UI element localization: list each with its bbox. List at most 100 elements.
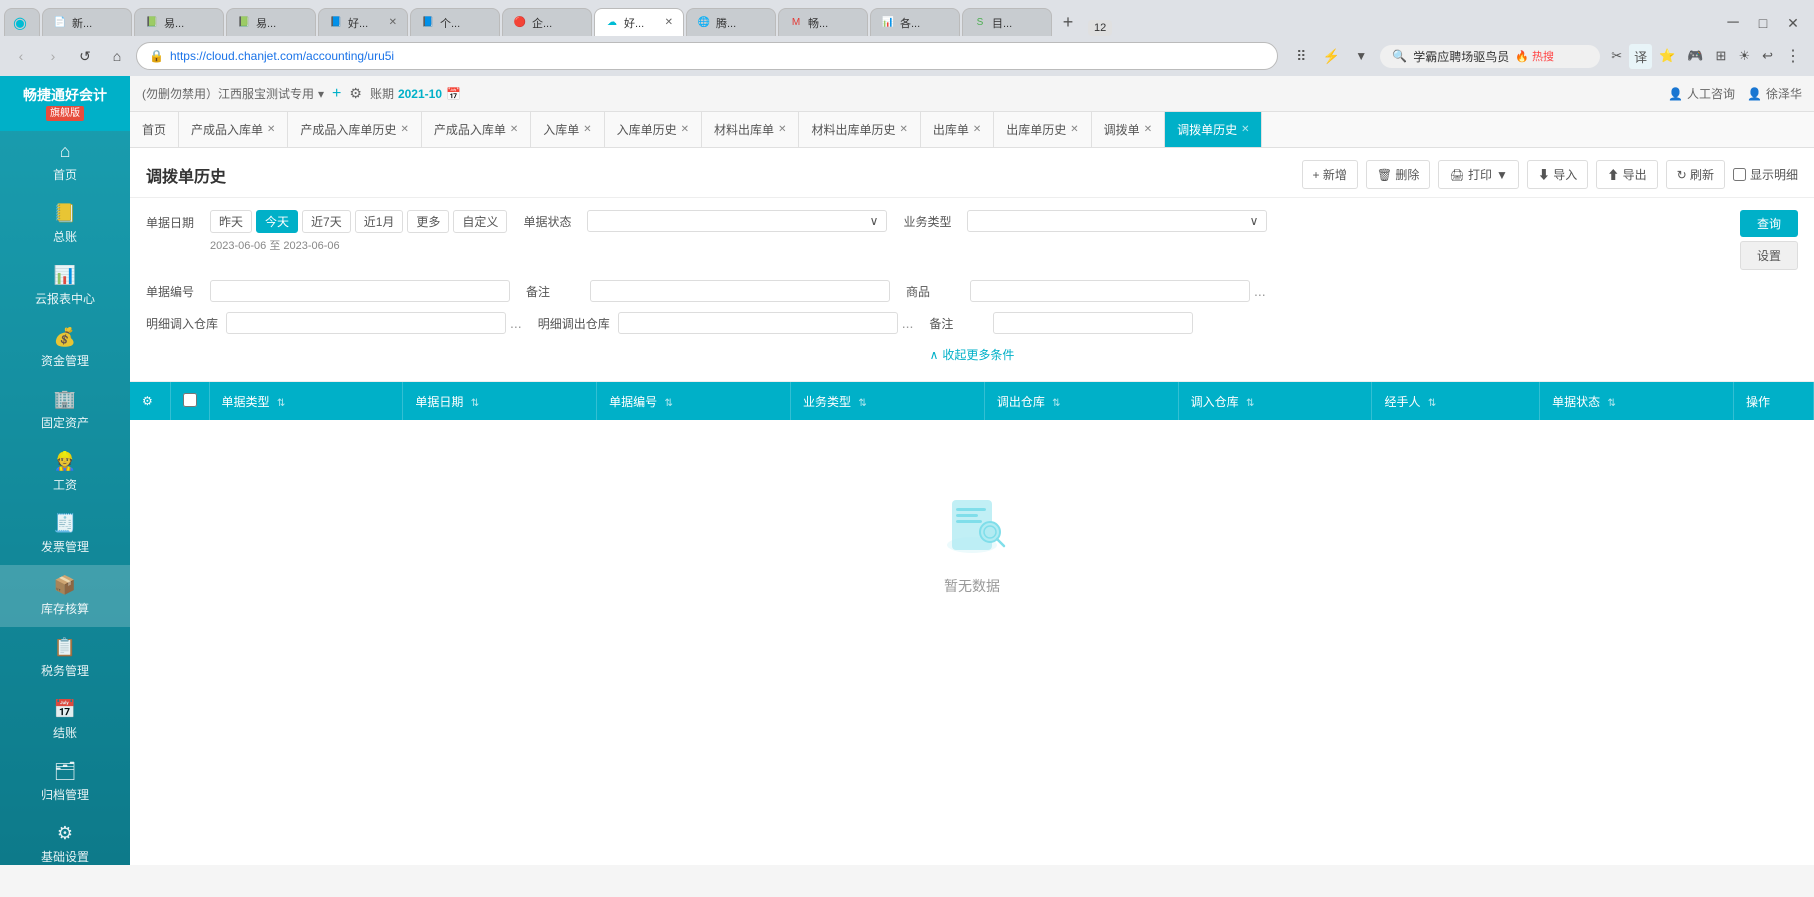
window-minimize[interactable]: ─ [1720, 10, 1746, 36]
sidebar-item-tax[interactable]: 📋 税务管理 [0, 627, 130, 689]
table-col-doc-date[interactable]: 单据日期 ⇅ [403, 382, 597, 420]
sidebar-item-report[interactable]: 📊 云报表中心 [0, 255, 130, 317]
table-checkbox-column[interactable] [170, 382, 209, 420]
browser-tab-11[interactable]: S 目... [962, 8, 1052, 36]
history-icon[interactable]: ↩ [1757, 45, 1778, 67]
browser-tab-8[interactable]: 🌐 腾... [686, 8, 776, 36]
sun-icon[interactable]: ☀ [1733, 45, 1755, 67]
browser-search-bar[interactable]: 🔍 学霸应聘场驱鸟员 🔥 热搜 [1380, 45, 1600, 68]
page-tab-out-history-close[interactable]: ✕ [1070, 124, 1078, 135]
tab-overflow-count[interactable]: 12 [1088, 20, 1112, 36]
page-tab-material-out[interactable]: 材料出库单 ✕ [702, 112, 799, 148]
sidebar-item-home[interactable]: ⌂ 首页 [0, 131, 130, 193]
grid-icon[interactable]: ⊞ [1711, 45, 1732, 67]
table-col-transfer-in[interactable]: 调入仓库 ⇅ [1178, 382, 1372, 420]
new-button[interactable]: + 新增 [1302, 160, 1358, 189]
table-col-transfer-out[interactable]: 调出仓库 ⇅ [984, 382, 1178, 420]
detail-out-input[interactable] [618, 312, 898, 334]
sidebar-item-asset[interactable]: 🏢 固定资产 [0, 379, 130, 441]
page-tab-in-history[interactable]: 入库单历史 ✕ [605, 112, 702, 148]
table-col-doc-number[interactable]: 单据编号 ⇅ [597, 382, 791, 420]
browser-home-tab[interactable]: ◉ [4, 8, 40, 36]
status-select[interactable]: ∨ [587, 210, 887, 232]
browser-tab-7-close[interactable]: ✕ [665, 17, 673, 28]
add-company-button[interactable]: + [332, 85, 341, 103]
sidebar-item-ledger[interactable]: 📒 总账 [0, 193, 130, 255]
page-tab-out-history[interactable]: 出库单历史 ✕ [994, 112, 1091, 148]
sidebar-item-inventory[interactable]: 📦 库存核算 [0, 565, 130, 627]
page-tab-transfer[interactable]: 调拨单 ✕ [1092, 112, 1165, 148]
delete-button[interactable]: 🗑 删除 [1366, 160, 1431, 189]
display-toggle-checkbox[interactable] [1733, 168, 1746, 181]
extensions-icon[interactable]: ⠿ [1288, 43, 1314, 69]
browser-tab-4-close[interactable]: ✕ [389, 17, 397, 28]
browser-back-button[interactable]: ‹ [8, 43, 34, 69]
browser-tab-7[interactable]: ☁ 好... ✕ [594, 8, 684, 36]
customer-service-button[interactable]: 👤 人工咨询 [1668, 85, 1735, 102]
browser-tab-6[interactable]: 🔴 企... [502, 8, 592, 36]
table-col-business-type[interactable]: 业务类型 ⇅ [790, 382, 984, 420]
scissors-icon[interactable]: ✂ [1606, 45, 1627, 67]
calendar-icon[interactable]: 📅 [446, 87, 461, 101]
page-tab-product-in[interactable]: 产成品入库单 ✕ [179, 112, 288, 148]
page-tab-transfer-history[interactable]: 调拨单历史 ✕ [1165, 112, 1262, 148]
page-tab-product-in-history[interactable]: 产成品入库单历史 ✕ [288, 112, 421, 148]
print-button[interactable]: 🖨 打印 ▼ [1438, 160, 1518, 189]
browser-address-input[interactable]: 🔒 https://cloud.chanjet.com/accounting/u… [136, 42, 1278, 70]
page-tab-out-order[interactable]: 出库单 ✕ [921, 112, 994, 148]
window-close[interactable]: ✕ [1780, 10, 1806, 36]
page-tab-home[interactable]: 首页 [130, 112, 179, 148]
sidebar-item-close[interactable]: 📅 结账 [0, 689, 130, 751]
display-toggle[interactable]: 显示明细 [1733, 166, 1798, 183]
table-settings-column[interactable]: ⚙ [130, 382, 170, 420]
export-button[interactable]: ⬆ 导出 [1596, 160, 1657, 189]
browser-tab-1[interactable]: 📄 新... [42, 8, 132, 36]
page-tab-in-order-close[interactable]: ✕ [583, 124, 591, 135]
import-button[interactable]: ⬇ 导入 [1527, 160, 1588, 189]
collapse-button[interactable]: ∧ 收起更多条件 [146, 340, 1798, 369]
date-btn-custom[interactable]: 自定义 [453, 210, 507, 233]
sidebar-item-invoice[interactable]: 🧾 发票管理 [0, 503, 130, 565]
page-tab-in-history-close[interactable]: ✕ [681, 124, 689, 135]
star-icon[interactable]: ⭐ [1654, 45, 1680, 67]
goods-select-button[interactable]: ... [1254, 283, 1266, 299]
date-btn-yesterday[interactable]: 昨天 [210, 210, 252, 233]
browser-tab-3[interactable]: 📗 易... [226, 8, 316, 36]
page-tab-material-out-history[interactable]: 材料出库单历史 ✕ [799, 112, 920, 148]
note2-input[interactable] [993, 312, 1193, 334]
date-btn-1month[interactable]: 近1月 [355, 210, 404, 233]
browser-tab-9[interactable]: M 畅... [778, 8, 868, 36]
sidebar-item-wage[interactable]: 👷 工资 [0, 441, 130, 503]
sidebar-item-settings[interactable]: ⚙ 基础设置 [0, 813, 130, 865]
new-tab-button[interactable]: + [1054, 8, 1082, 36]
table-col-handler[interactable]: 经手人 ⇅ [1372, 382, 1540, 420]
business-type-select[interactable]: ∨ [967, 210, 1267, 232]
page-tab-out-order-close[interactable]: ✕ [973, 124, 981, 135]
page-tab-transfer-close[interactable]: ✕ [1144, 124, 1152, 135]
note-input[interactable] [590, 280, 890, 302]
window-maximize[interactable]: □ [1750, 10, 1776, 36]
browser-forward-button[interactable]: › [40, 43, 66, 69]
company-selector[interactable]: (勿删勿禁用）江西服宝测试专用 ▾ [142, 85, 324, 102]
page-tab-in-order[interactable]: 入库单 ✕ [531, 112, 604, 148]
sidebar-item-archive[interactable]: 🗂 归档管理 [0, 751, 130, 813]
settings-button[interactable]: ⚙ [349, 85, 362, 102]
page-tab-product-in-close[interactable]: ✕ [267, 124, 275, 135]
refresh-button[interactable]: ↻ 刷新 [1666, 160, 1725, 189]
browser-tab-4[interactable]: 📘 好... ✕ [318, 8, 408, 36]
detail-out-select-button[interactable]: ... [902, 315, 914, 331]
set-button[interactable]: 设置 [1740, 241, 1798, 270]
game-icon[interactable]: 🎮 [1682, 45, 1708, 67]
table-col-doc-status[interactable]: 单据状态 ⇅ [1540, 382, 1734, 420]
browser-tab-10[interactable]: 📊 各... [870, 8, 960, 36]
page-tab-material-out-history-close[interactable]: ✕ [899, 124, 907, 135]
page-tab-product-in2[interactable]: 产成品入库单 ✕ [422, 112, 531, 148]
date-btn-today[interactable]: 今天 [256, 210, 298, 233]
table-col-doc-type[interactable]: 单据类型 ⇅ [209, 382, 403, 420]
doc-number-input[interactable] [210, 280, 510, 302]
date-btn-7days[interactable]: 近7天 [302, 210, 351, 233]
browser-tab-5[interactable]: 📘 个... [410, 8, 500, 36]
detail-in-select-button[interactable]: ... [510, 315, 522, 331]
browser-menu-button[interactable]: ⋮ [1780, 43, 1806, 69]
page-tab-transfer-history-close[interactable]: ✕ [1241, 124, 1249, 135]
